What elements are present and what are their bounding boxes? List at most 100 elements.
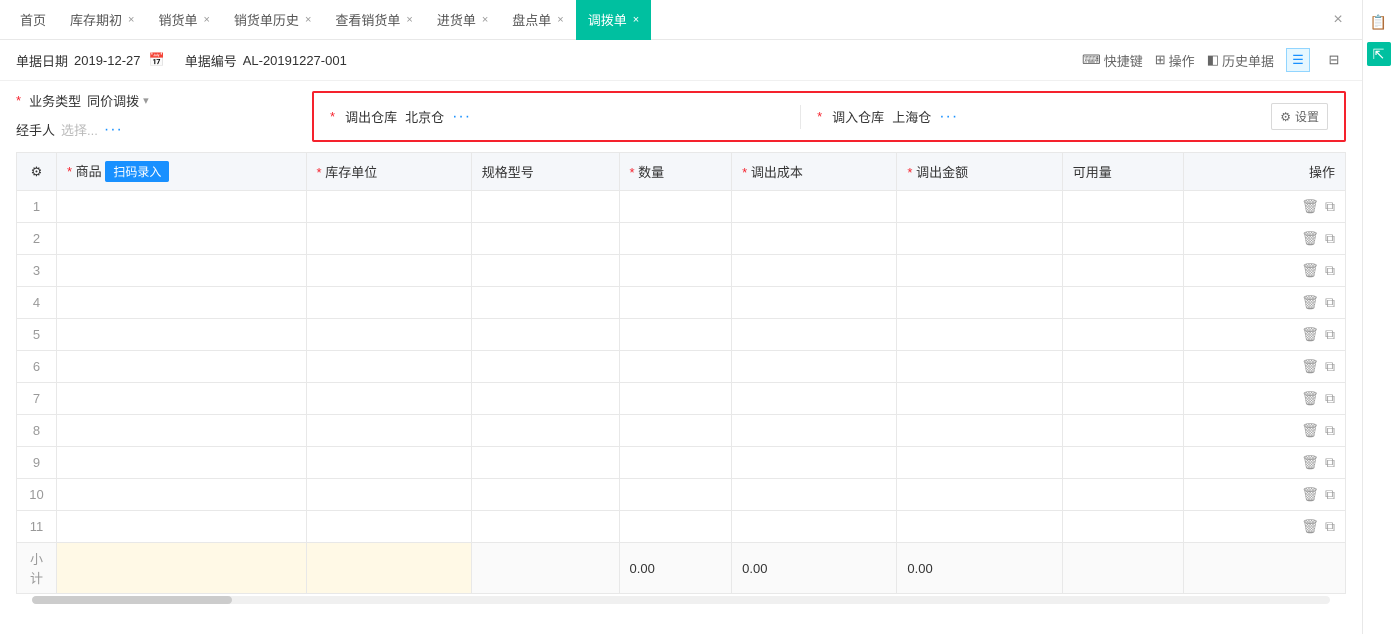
business-type-select[interactable]: 同价调拨 ▾ xyxy=(87,91,149,110)
tab-view-sales[interactable]: 查看销货单 × xyxy=(323,0,424,40)
product-cell[interactable] xyxy=(57,191,307,223)
amount-cell[interactable] xyxy=(897,223,1062,255)
shortcuts-button[interactable]: ⌨ 快捷键 xyxy=(1082,51,1143,70)
operations-button[interactable]: ⊞ 操作 xyxy=(1155,51,1195,70)
copy-icon[interactable]: ⧉ xyxy=(1325,294,1335,311)
available-cell[interactable] xyxy=(1062,447,1183,479)
cost-cell[interactable] xyxy=(732,511,897,543)
unit-cell[interactable] xyxy=(306,223,471,255)
amount-cell[interactable] xyxy=(897,447,1062,479)
close-icon[interactable]: × xyxy=(128,14,134,26)
product-cell[interactable] xyxy=(57,287,307,319)
close-icon[interactable]: × xyxy=(482,14,488,26)
qty-cell[interactable] xyxy=(619,383,732,415)
delete-icon[interactable]: 🗑 xyxy=(1301,486,1319,503)
spec-cell[interactable] xyxy=(471,511,619,543)
delete-icon[interactable]: 🗑 xyxy=(1301,454,1319,471)
copy-icon[interactable]: ⧉ xyxy=(1325,262,1335,279)
person-select[interactable]: 选择... xyxy=(61,120,98,139)
copy-icon[interactable]: ⧉ xyxy=(1325,390,1335,407)
close-icon[interactable]: × xyxy=(633,14,639,26)
date-value[interactable]: 2019-12-27 xyxy=(74,53,141,68)
scrollbar-thumb[interactable] xyxy=(32,596,232,604)
copy-icon[interactable]: ⧉ xyxy=(1325,326,1335,343)
qty-cell[interactable] xyxy=(619,479,732,511)
calendar-icon[interactable]: 📅 xyxy=(149,52,165,68)
note-sidebar-icon[interactable]: 📋 xyxy=(1367,10,1391,34)
cost-cell[interactable] xyxy=(732,415,897,447)
spec-cell[interactable] xyxy=(471,447,619,479)
amount-cell[interactable] xyxy=(897,287,1062,319)
tab-bar-close-button[interactable]: × xyxy=(1322,0,1354,40)
copy-icon[interactable]: ⧉ xyxy=(1325,518,1335,535)
delete-icon[interactable]: 🗑 xyxy=(1301,422,1319,439)
available-cell[interactable] xyxy=(1062,415,1183,447)
available-cell[interactable] xyxy=(1062,383,1183,415)
copy-icon[interactable]: ⧉ xyxy=(1325,422,1335,439)
cost-cell[interactable] xyxy=(732,223,897,255)
unit-cell[interactable] xyxy=(306,351,471,383)
delete-icon[interactable]: 🗑 xyxy=(1301,294,1319,311)
qty-cell[interactable] xyxy=(619,319,732,351)
gear-icon[interactable]: ⚙ xyxy=(31,164,43,179)
layout-list-button[interactable]: ☰ xyxy=(1286,48,1310,72)
person-more-button[interactable]: ··· xyxy=(104,121,123,139)
spec-cell[interactable] xyxy=(471,415,619,447)
target-warehouse-more-button[interactable]: ··· xyxy=(939,108,958,126)
qty-cell[interactable] xyxy=(619,351,732,383)
unit-cell[interactable] xyxy=(306,319,471,351)
unit-cell[interactable] xyxy=(306,191,471,223)
delete-icon[interactable]: 🗑 xyxy=(1301,262,1319,279)
copy-icon[interactable]: ⧉ xyxy=(1325,486,1335,503)
delete-icon[interactable]: 🗑 xyxy=(1301,198,1319,215)
tab-sales-order[interactable]: 销货单 × xyxy=(146,0,221,40)
horizontal-scrollbar[interactable] xyxy=(32,596,1330,604)
close-icon[interactable]: × xyxy=(406,14,412,26)
cost-cell[interactable] xyxy=(732,191,897,223)
delete-icon[interactable]: 🗑 xyxy=(1301,518,1319,535)
spec-cell[interactable] xyxy=(471,255,619,287)
unit-cell[interactable] xyxy=(306,415,471,447)
layout-grid-button[interactable]: ⊟ xyxy=(1322,48,1346,72)
source-warehouse-more-button[interactable]: ··· xyxy=(452,108,471,126)
amount-cell[interactable] xyxy=(897,191,1062,223)
close-icon[interactable]: × xyxy=(203,14,209,26)
available-cell[interactable] xyxy=(1062,287,1183,319)
delete-icon[interactable]: 🗑 xyxy=(1301,358,1319,375)
spec-cell[interactable] xyxy=(471,223,619,255)
available-cell[interactable] xyxy=(1062,319,1183,351)
history-button[interactable]: ◧ 历史单据 xyxy=(1207,51,1274,70)
cost-cell[interactable] xyxy=(732,319,897,351)
source-warehouse-value[interactable]: 北京仓 xyxy=(405,107,444,126)
amount-cell[interactable] xyxy=(897,511,1062,543)
delete-icon[interactable]: 🗑 xyxy=(1301,230,1319,247)
available-cell[interactable] xyxy=(1062,351,1183,383)
unit-cell[interactable] xyxy=(306,447,471,479)
spec-cell[interactable] xyxy=(471,383,619,415)
amount-cell[interactable] xyxy=(897,319,1062,351)
tab-inventory-init[interactable]: 库存期初 × xyxy=(58,0,146,40)
tab-sales-history[interactable]: 销货单历史 × xyxy=(222,0,323,40)
cost-cell[interactable] xyxy=(732,479,897,511)
close-icon[interactable]: × xyxy=(557,14,563,26)
product-cell[interactable] xyxy=(57,223,307,255)
tab-purchase[interactable]: 进货单 × xyxy=(425,0,500,40)
product-cell[interactable] xyxy=(57,511,307,543)
available-cell[interactable] xyxy=(1062,191,1183,223)
cost-cell[interactable] xyxy=(732,351,897,383)
scan-button[interactable]: 扫码录入 xyxy=(105,161,169,182)
qty-cell[interactable] xyxy=(619,447,732,479)
product-cell[interactable] xyxy=(57,415,307,447)
cost-cell[interactable] xyxy=(732,447,897,479)
cost-cell[interactable] xyxy=(732,255,897,287)
settings-button[interactable]: ⚙ 设置 xyxy=(1271,103,1328,130)
expand-sidebar-icon[interactable]: ⇱ xyxy=(1367,42,1391,66)
delete-icon[interactable]: 🗑 xyxy=(1301,390,1319,407)
product-cell[interactable] xyxy=(57,479,307,511)
spec-cell[interactable] xyxy=(471,319,619,351)
copy-icon[interactable]: ⧉ xyxy=(1325,454,1335,471)
available-cell[interactable] xyxy=(1062,511,1183,543)
copy-icon[interactable]: ⧉ xyxy=(1325,230,1335,247)
unit-cell[interactable] xyxy=(306,383,471,415)
unit-cell[interactable] xyxy=(306,255,471,287)
